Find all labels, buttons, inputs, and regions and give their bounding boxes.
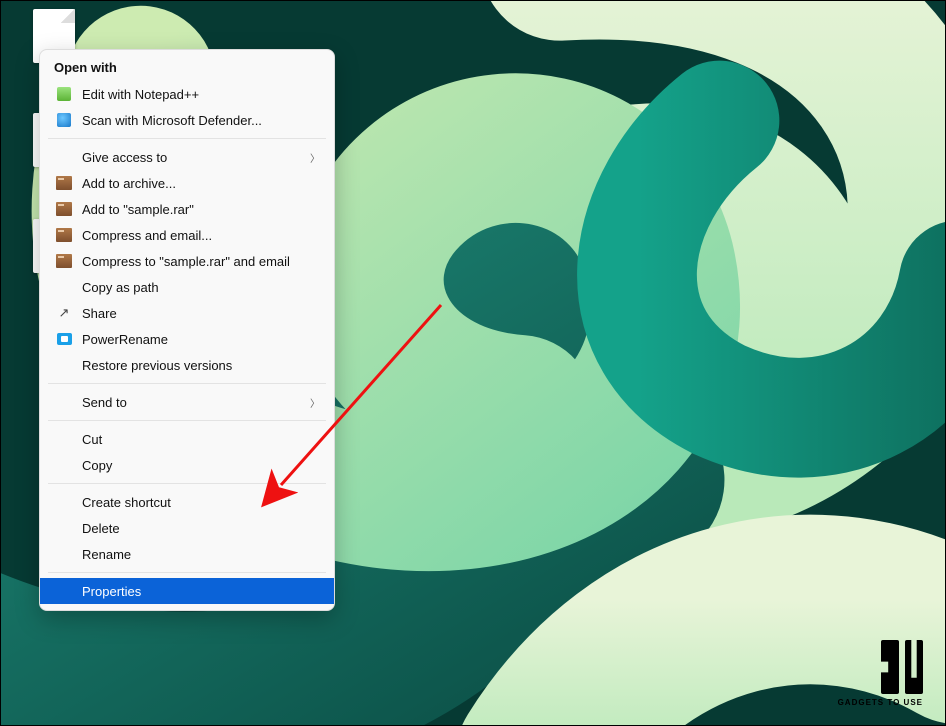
winrar-icon bbox=[56, 202, 72, 216]
share-icon: ↗ bbox=[59, 305, 70, 321]
menu-separator bbox=[48, 572, 326, 573]
desktop[interactable]: sa Open with Edit with Notepad++ Scan wi… bbox=[1, 1, 945, 725]
menu-item-rename[interactable]: Rename bbox=[40, 541, 334, 567]
menu-item-copy[interactable]: Copy bbox=[40, 452, 334, 478]
menu-item-restore-previous[interactable]: Restore previous versions bbox=[40, 352, 334, 378]
menu-item-send-to[interactable]: Send to 〉 bbox=[40, 389, 334, 415]
menu-separator bbox=[48, 138, 326, 139]
notepadpp-icon bbox=[57, 87, 71, 101]
menu-item-add-to-sample-rar[interactable]: Add to "sample.rar" bbox=[40, 196, 334, 222]
menu-item-scan-defender[interactable]: Scan with Microsoft Defender... bbox=[40, 107, 334, 133]
menu-item-properties[interactable]: Properties bbox=[40, 578, 334, 604]
watermark-logo-g bbox=[881, 640, 899, 694]
menu-item-compress-sample-email[interactable]: Compress to "sample.rar" and email bbox=[40, 248, 334, 274]
powerrename-icon bbox=[57, 333, 72, 345]
menu-item-give-access-to[interactable]: Give access to 〉 bbox=[40, 144, 334, 170]
menu-item-create-shortcut[interactable]: Create shortcut bbox=[40, 489, 334, 515]
chevron-right-icon: 〉 bbox=[310, 395, 320, 410]
menu-separator bbox=[48, 420, 326, 421]
menu-item-copy-as-path[interactable]: Copy as path bbox=[40, 274, 334, 300]
menu-item-powerrename[interactable]: PowerRename bbox=[40, 326, 334, 352]
watermark-logo-u bbox=[905, 640, 923, 694]
context-menu: Open with Edit with Notepad++ Scan with … bbox=[39, 49, 335, 611]
menu-item-cut[interactable]: Cut bbox=[40, 426, 334, 452]
winrar-icon bbox=[56, 254, 72, 268]
menu-item-delete[interactable]: Delete bbox=[40, 515, 334, 541]
menu-item-compress-email[interactable]: Compress and email... bbox=[40, 222, 334, 248]
menu-separator bbox=[48, 383, 326, 384]
menu-item-share[interactable]: ↗ Share bbox=[40, 300, 334, 326]
defender-icon bbox=[57, 113, 71, 127]
menu-header-open-with: Open with bbox=[40, 56, 334, 81]
menu-item-add-to-archive[interactable]: Add to archive... bbox=[40, 170, 334, 196]
chevron-right-icon: 〉 bbox=[310, 150, 320, 165]
watermark-text: GADGETS TO USE bbox=[813, 698, 923, 707]
winrar-icon bbox=[56, 228, 72, 242]
menu-separator bbox=[48, 483, 326, 484]
menu-item-edit-notepadpp[interactable]: Edit with Notepad++ bbox=[40, 81, 334, 107]
watermark: GADGETS TO USE bbox=[813, 640, 923, 707]
winrar-icon bbox=[56, 176, 72, 190]
